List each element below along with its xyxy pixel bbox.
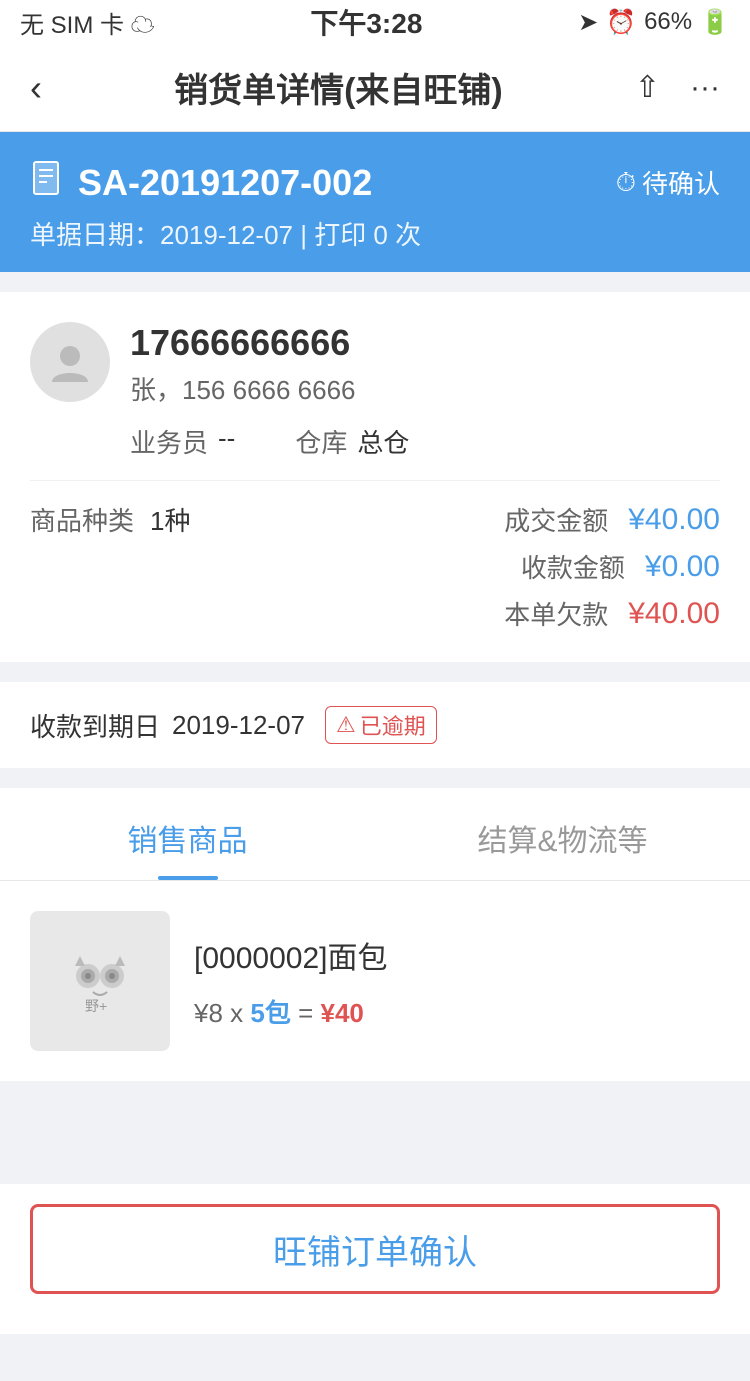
nav-bar: ‹ 销货单详情(来自旺铺) ⇧ ··· (0, 44, 750, 132)
tab-sales-products[interactable]: 销售商品 (0, 788, 375, 880)
svg-text:野+: 野+ (85, 998, 107, 1014)
back-button[interactable]: ‹ (30, 67, 42, 109)
price-total: ¥40 (321, 998, 364, 1028)
sales-rep-label: 业务员 (130, 423, 208, 460)
order-date: 单据日期：2019-12-07 | 打印 0 次 (30, 215, 720, 252)
customer-meta: 业务员 -- 仓库 总仓 (130, 423, 720, 460)
status-bar: 无 SIM 卡 ☁ 下午3:28 ➤ ⏰ 66% 🔋 (0, 0, 750, 44)
deal-amount-row: 成交金额 ¥40.00 (504, 501, 720, 538)
tab-settlement-label: 结算&物流等 (477, 825, 647, 858)
receipt-amount-value: ¥0.00 (645, 550, 720, 584)
nav-actions: ⇧ ··· (635, 70, 720, 105)
battery-label: 66% (644, 8, 692, 36)
bottom-bar: 旺铺订单确认 (0, 1184, 750, 1334)
product-image: 野+ (30, 911, 170, 1051)
product-price: ¥8 x 5包 = ¥40 (194, 993, 720, 1030)
price-base: ¥8 x (194, 998, 243, 1028)
customer-card: 17666666666 张，156 6666 6666 业务员 -- 仓库 总仓… (0, 292, 750, 662)
price-equals: = (298, 998, 313, 1028)
sales-rep-item: 业务员 -- (130, 423, 235, 460)
owed-amount-label: 本单欠款 (504, 595, 608, 632)
tab-sales-label: 销售商品 (128, 825, 248, 858)
product-type-label: 商品种类 (30, 501, 134, 538)
warehouse-label: 仓库 (295, 423, 347, 460)
order-id: SA-20191207-002 (30, 160, 372, 205)
deal-amount-value: ¥40.00 (628, 503, 720, 537)
price-qty: 5包 (250, 998, 290, 1028)
battery-icon: 🔋 (700, 8, 730, 37)
order-id-text: SA-20191207-002 (78, 162, 372, 204)
divider-1 (30, 480, 720, 481)
warehouse-value: 总仓 (357, 423, 409, 460)
clock-icon: ⏱ (616, 167, 636, 199)
alarm-icon: ⏰ (606, 8, 636, 37)
order-header-card: SA-20191207-002 ⏱ 待确认 单据日期：2019-12-07 | … (0, 132, 750, 272)
due-date-section: 收款到期日 2019-12-07 ⚠ 已逾期 (0, 682, 750, 768)
overdue-label: 已逾期 (360, 709, 426, 741)
share-button[interactable]: ⇧ (635, 70, 660, 105)
customer-info: 17666666666 张，156 6666 6666 业务员 -- 仓库 总仓 (130, 322, 720, 460)
customer-name: 张，156 6666 6666 (130, 370, 720, 407)
product-type: 商品种类 1种 (30, 501, 190, 538)
confirm-order-button[interactable]: 旺铺订单确认 (30, 1204, 720, 1294)
amount-list: 成交金额 ¥40.00 收款金额 ¥0.00 本单欠款 ¥40.00 (504, 501, 720, 632)
tab-settlement[interactable]: 结算&物流等 (375, 788, 750, 880)
owed-amount-row: 本单欠款 ¥40.00 (504, 595, 720, 632)
confirm-order-label: 旺铺订单确认 (273, 1225, 477, 1274)
tabs-bar: 销售商品 结算&物流等 (0, 788, 750, 881)
customer-section: 17666666666 张，156 6666 6666 业务员 -- 仓库 总仓 (30, 322, 720, 460)
location-icon: ➤ (578, 8, 598, 37)
customer-phone: 17666666666 (130, 322, 720, 364)
due-date-value: 2019-12-07 (172, 710, 305, 741)
overdue-badge: ⚠ 已逾期 (325, 706, 437, 744)
sim-wifi-label: 无 SIM 卡 ☁ (20, 5, 155, 40)
customer-avatar (30, 322, 110, 402)
receipt-amount-label: 收款金额 (521, 548, 625, 585)
receipt-amount-row: 收款金额 ¥0.00 (504, 548, 720, 585)
due-date-label: 收款到期日 (30, 707, 160, 744)
product-type-value: 1种 (150, 501, 190, 538)
status-right: ➤ ⏰ 66% 🔋 (578, 8, 730, 37)
status-left: 无 SIM 卡 ☁ (20, 5, 155, 40)
warning-icon: ⚠ (336, 712, 356, 738)
more-button[interactable]: ··· (690, 71, 720, 105)
owed-amount-value: ¥40.00 (628, 597, 720, 631)
sales-rep-value: -- (218, 423, 235, 460)
product-info: [0000002]面包 ¥8 x 5包 = ¥40 (194, 933, 720, 1030)
status-time: 下午3:28 (310, 2, 422, 42)
warehouse-item: 仓库 总仓 (295, 423, 409, 460)
product-name: [0000002]面包 (194, 933, 720, 977)
order-status-text: 待确认 (642, 164, 720, 201)
deal-amount-label: 成交金额 (504, 501, 608, 538)
product-item: 野+ [0000002]面包 ¥8 x 5包 = ¥40 (0, 881, 750, 1081)
amount-section: 商品种类 1种 成交金额 ¥40.00 收款金额 ¥0.00 本单欠款 ¥40.… (30, 501, 720, 632)
order-id-row: SA-20191207-002 ⏱ 待确认 (30, 160, 720, 205)
page-title: 销货单详情(来自旺铺) (174, 63, 503, 112)
order-icon (30, 160, 66, 205)
order-status: ⏱ 待确认 (616, 164, 720, 201)
